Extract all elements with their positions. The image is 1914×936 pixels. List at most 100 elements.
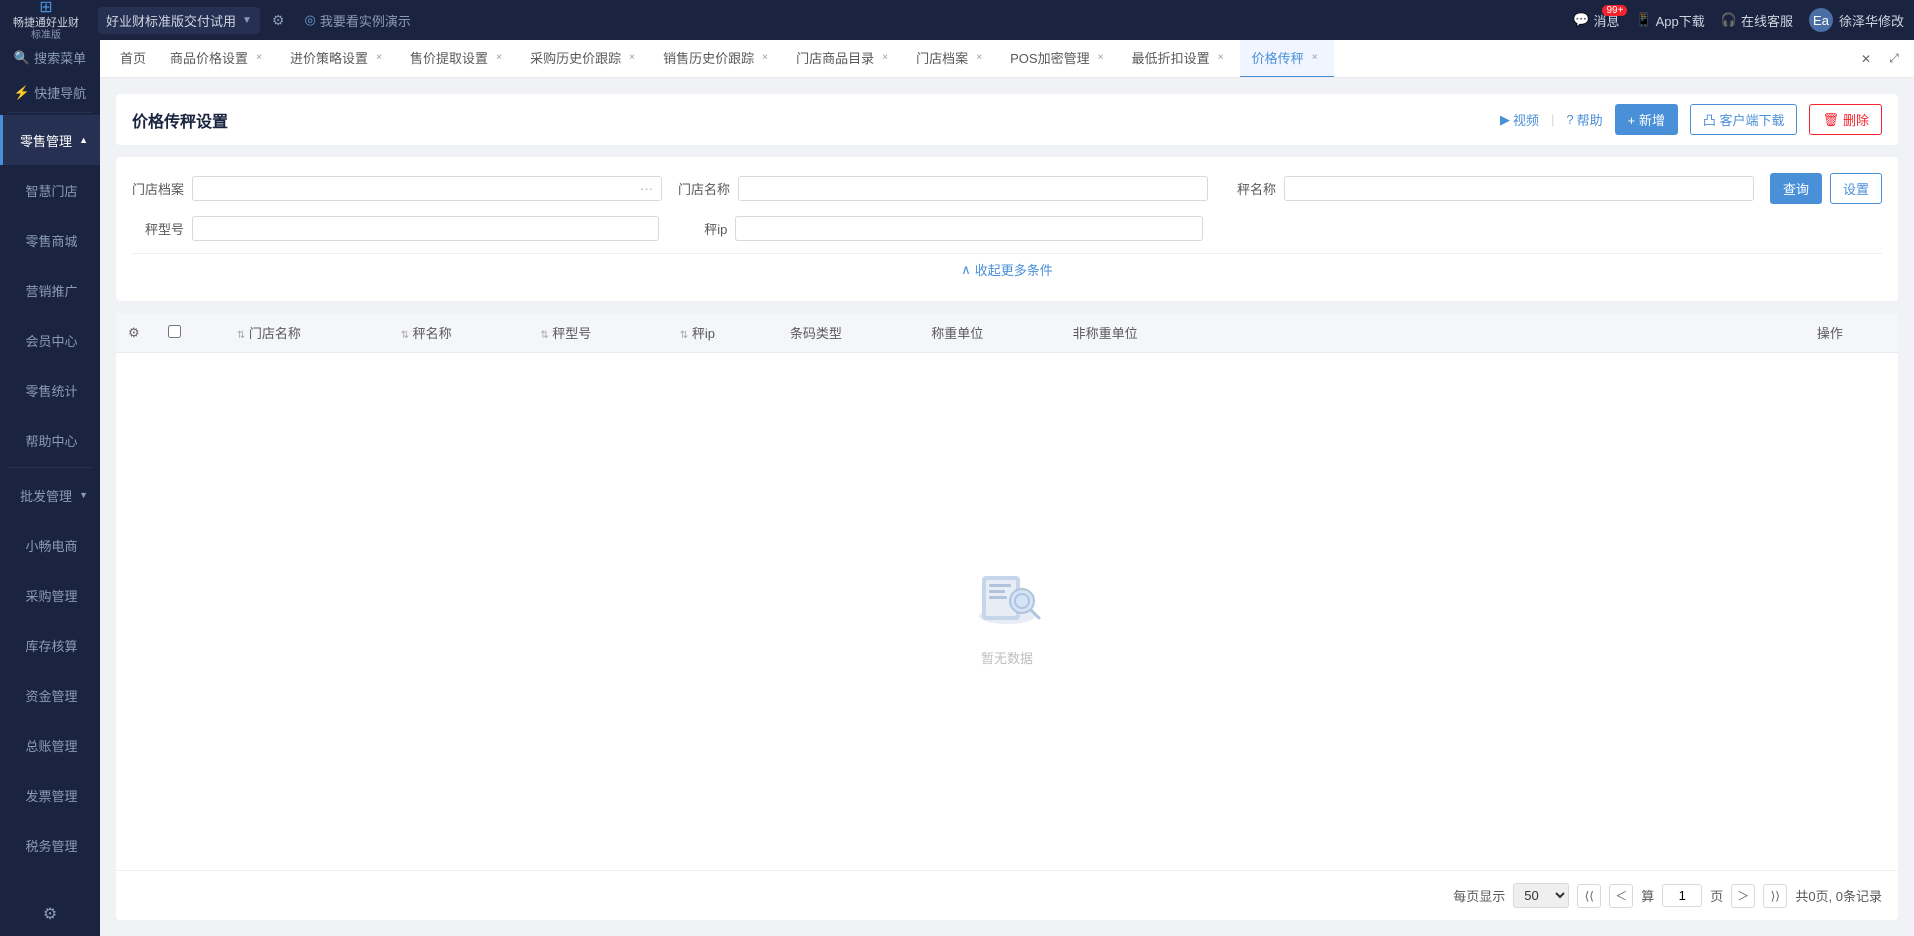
quick-nav-btn[interactable]: ⚡ 快捷导航 (0, 75, 100, 110)
query-button[interactable]: 查询 (1770, 173, 1822, 204)
sidebar-item-label: 库存核算 (25, 636, 77, 655)
tab-close-icon[interactable]: × (1214, 51, 1228, 65)
tab-close-icon[interactable]: × (1308, 51, 1322, 65)
tab-sale-history[interactable]: 销售历史价跟踪 × (651, 40, 784, 78)
sidebar-item-member-center[interactable]: 会员中心 (0, 315, 100, 365)
scale-name-input[interactable] (1284, 176, 1754, 201)
demo-link[interactable]: ◎ 我要看实例演示 (304, 11, 410, 30)
tab-store-catalog[interactable]: 门店商品目录 × (784, 40, 904, 78)
filter-store-name: 门店名称 (678, 173, 1208, 204)
expand-tab-btn[interactable]: ⤢ (1882, 47, 1906, 71)
scale-ip-input[interactable] (735, 216, 1202, 241)
next-page-btn[interactable]: ＞ (1731, 884, 1755, 908)
tab-close-icon[interactable]: × (492, 51, 506, 65)
scale-model-label: 秤型号 (132, 219, 184, 238)
video-link[interactable]: ▶ 视频 (1500, 110, 1539, 129)
tab-purchase-strategy[interactable]: 进价策略设置 × (278, 40, 398, 78)
sort-icon[interactable]: ⇅ (680, 330, 688, 341)
tab-close-icon[interactable]: × (758, 51, 772, 65)
search-menu-btn[interactable]: 🔍 搜索菜单 (0, 40, 100, 75)
page-label-prefix: 算 (1641, 886, 1654, 905)
user-profile-btn[interactable]: Ea 徐泽华修改 (1809, 8, 1904, 32)
select-all-checkbox[interactable] (168, 325, 181, 338)
page-header-right: ▶ 视频 | ? 帮助 + 新增 凸 客户端下载 🗑 删除 (1500, 104, 1882, 135)
tab-store-archive[interactable]: 门店档案 × (904, 40, 998, 78)
app-download-label: App下载 (1656, 11, 1705, 30)
tab-price-scale[interactable]: 价格传秤 × (1240, 40, 1334, 78)
per-page-select[interactable]: 20 50 100 (1513, 883, 1569, 908)
sidebar-item-wholesale-mgmt[interactable]: 批发管理 ▼ (0, 470, 100, 520)
page-label-suffix: 页 (1710, 886, 1723, 905)
online-service-btn[interactable]: 🎧 在线客服 (1721, 11, 1793, 30)
sidebar-item-retail-stats[interactable]: 零售统计 (0, 365, 100, 415)
col-barcode-type: 条码类型 (790, 326, 842, 341)
sidebar-item-help-center[interactable]: 帮助中心 (0, 415, 100, 465)
messages-btn[interactable]: 💬 消息 99+ (1573, 11, 1619, 30)
user-name: 徐泽华修改 (1839, 11, 1904, 30)
sidebar-item-label: 采购管理 (25, 586, 77, 605)
store-name-label: 门店名称 (678, 179, 730, 198)
sidebar-gear-btn[interactable]: ⚙ (0, 892, 100, 936)
sidebar-item-tax-mgmt[interactable]: 税务管理 (0, 820, 100, 870)
empty-state: 暂无数据 (116, 353, 1898, 870)
settings-button[interactable]: 设置 (1830, 173, 1882, 204)
store-archive-input[interactable] (201, 181, 640, 196)
checkbox-col-header (156, 313, 225, 353)
tab-purchase-history[interactable]: 采购历史价跟踪 × (518, 40, 651, 78)
tab-sale-extract[interactable]: 售价提取设置 × (398, 40, 518, 78)
sidebar-item-retail-mall[interactable]: 零售商城 (0, 215, 100, 265)
delete-button[interactable]: 🗑 删除 (1809, 104, 1882, 135)
col-scale-ip: 秤ip (692, 326, 715, 341)
sidebar-item-retail-mgmt[interactable]: 零售管理 ▲ (0, 115, 100, 165)
page-input[interactable]: 1 (1662, 884, 1702, 907)
first-page-btn[interactable]: ⟨⟨ (1577, 884, 1601, 908)
filter-row-2: 秤型号 秤ip (132, 216, 1882, 241)
sort-icon[interactable]: ⇅ (540, 330, 548, 341)
tab-close-icon[interactable]: × (878, 51, 892, 65)
col-operations: 操作 (1817, 326, 1843, 341)
filter-scale-model: 秤型号 (132, 216, 659, 241)
table-gear-icon[interactable]: ⚙ (128, 325, 140, 340)
sidebar-item-marketing[interactable]: 营销推广 (0, 265, 100, 315)
tab-min-discount[interactable]: 最低折扣设置 × (1120, 40, 1240, 78)
collapse-btn[interactable]: ∧ 收起更多条件 (132, 253, 1882, 285)
app-download-btn[interactable]: 📱 App下载 (1635, 11, 1704, 30)
last-page-btn[interactable]: ⟩⟩ (1763, 884, 1787, 908)
tab-pos-mgmt[interactable]: POS加密管理 × (998, 40, 1119, 78)
chevron-down-icon: ▼ (79, 490, 88, 500)
sidebar-item-invoice-mgmt[interactable]: 发票管理 (0, 770, 100, 820)
product-selector[interactable]: 好业财标准版交付试用 ▼ (98, 7, 260, 34)
tab-close-icon[interactable]: × (972, 51, 986, 65)
tab-close-icon[interactable]: × (1094, 51, 1108, 65)
tab-home[interactable]: 首页 (108, 40, 158, 78)
tab-product-pricing[interactable]: 商品价格设置 × (158, 40, 278, 78)
download-button[interactable]: 凸 客户端下载 (1690, 104, 1798, 135)
scale-model-input[interactable] (192, 216, 659, 241)
sidebar-item-general-ledger[interactable]: 总账管理 (0, 720, 100, 770)
ellipsis-icon[interactable]: ··· (640, 181, 653, 196)
sort-icon[interactable]: ⇅ (401, 330, 409, 341)
sidebar-item-xiao-chang[interactable]: 小畅电商 (0, 520, 100, 570)
prev-page-btn[interactable]: ＜ (1609, 884, 1633, 908)
th-weight-unit: 称重单位 (919, 313, 1060, 353)
close-tab-btn[interactable]: ✕ (1854, 47, 1878, 71)
sidebar: 🔍 搜索菜单 ⚡ 快捷导航 零售管理 ▲ 智慧门店 零售商城 营销推广 会员中心… (0, 40, 100, 936)
sidebar-item-purchase-mgmt[interactable]: 采购管理 (0, 570, 100, 620)
sidebar-item-fund-mgmt[interactable]: 资金管理 (0, 670, 100, 720)
sidebar-item-label: 会员中心 (25, 331, 77, 350)
sort-icon[interactable]: ⇅ (237, 330, 245, 341)
store-archive-input-wrapper[interactable]: ··· (192, 176, 662, 201)
sidebar-divider (8, 112, 92, 113)
settings-gear-icon[interactable]: ⚙ (268, 8, 289, 33)
add-button[interactable]: + 新增 (1615, 104, 1678, 135)
store-name-input[interactable] (738, 176, 1208, 201)
help-link[interactable]: ? 帮助 (1566, 110, 1602, 129)
page-content: 价格传秤设置 ▶ 视频 | ? 帮助 + 新增 凸 客户端下载 🗑 (100, 78, 1914, 936)
sidebar-item-smart-store[interactable]: 智慧门店 (0, 165, 100, 215)
tab-close-icon[interactable]: × (625, 51, 639, 65)
quick-nav-label: 快捷导航 (34, 83, 86, 102)
tab-close-icon[interactable]: × (252, 51, 266, 65)
main-layout: 🔍 搜索菜单 ⚡ 快捷导航 零售管理 ▲ 智慧门店 零售商城 营销推广 会员中心… (0, 40, 1914, 936)
tab-close-icon[interactable]: × (372, 51, 386, 65)
sidebar-item-stock-settle[interactable]: 库存核算 (0, 620, 100, 670)
